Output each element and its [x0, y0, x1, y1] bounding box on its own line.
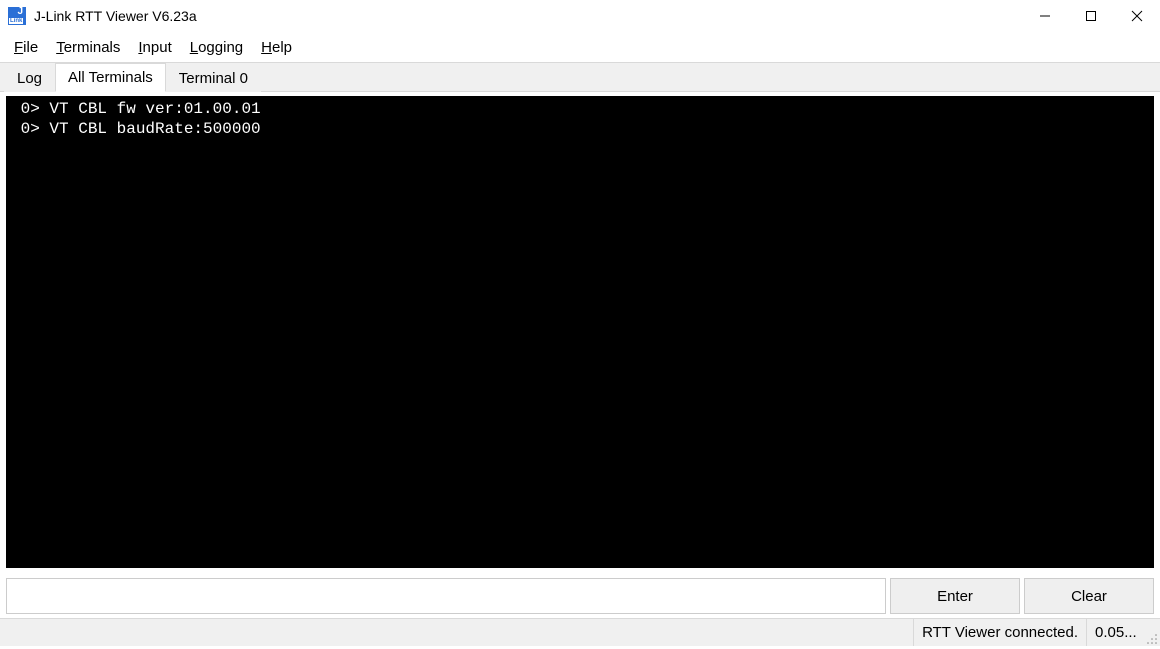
tab-bar: Log All Terminals Terminal 0 [0, 62, 1160, 92]
terminal-container: 0> VT CBL fw ver:01.00.01 0> VT CBL baud… [0, 92, 1160, 574]
menu-logging[interactable]: Logging [184, 35, 249, 60]
tab-terminal0[interactable]: Terminal 0 [166, 65, 261, 92]
command-input[interactable] [6, 578, 886, 614]
enter-button[interactable]: Enter [890, 578, 1020, 614]
minimize-button[interactable] [1022, 0, 1068, 32]
terminal-output[interactable]: 0> VT CBL fw ver:01.00.01 0> VT CBL baud… [6, 96, 1154, 568]
tab-log[interactable]: Log [4, 65, 55, 92]
resize-grip-icon[interactable] [1146, 632, 1158, 644]
title-bar: JLink J-Link RTT Viewer V6.23a [0, 0, 1160, 32]
tab-all-terminals[interactable]: All Terminals [55, 63, 166, 92]
status-bar: RTT Viewer connected. 0.05... [0, 618, 1160, 646]
menu-bar: File Terminals Input Logging Help [0, 32, 1160, 62]
menu-help[interactable]: Help [255, 35, 298, 60]
menu-terminals[interactable]: Terminals [50, 35, 126, 60]
window-controls [1022, 0, 1160, 31]
input-row: Enter Clear [0, 574, 1160, 618]
menu-input[interactable]: Input [132, 35, 177, 60]
window-title: J-Link RTT Viewer V6.23a [34, 8, 197, 24]
app-icon: JLink [8, 7, 26, 25]
maximize-button[interactable] [1068, 0, 1114, 32]
status-connection: RTT Viewer connected. [913, 619, 1086, 646]
clear-button[interactable]: Clear [1024, 578, 1154, 614]
menu-file[interactable]: File [8, 35, 44, 60]
close-button[interactable] [1114, 0, 1160, 32]
